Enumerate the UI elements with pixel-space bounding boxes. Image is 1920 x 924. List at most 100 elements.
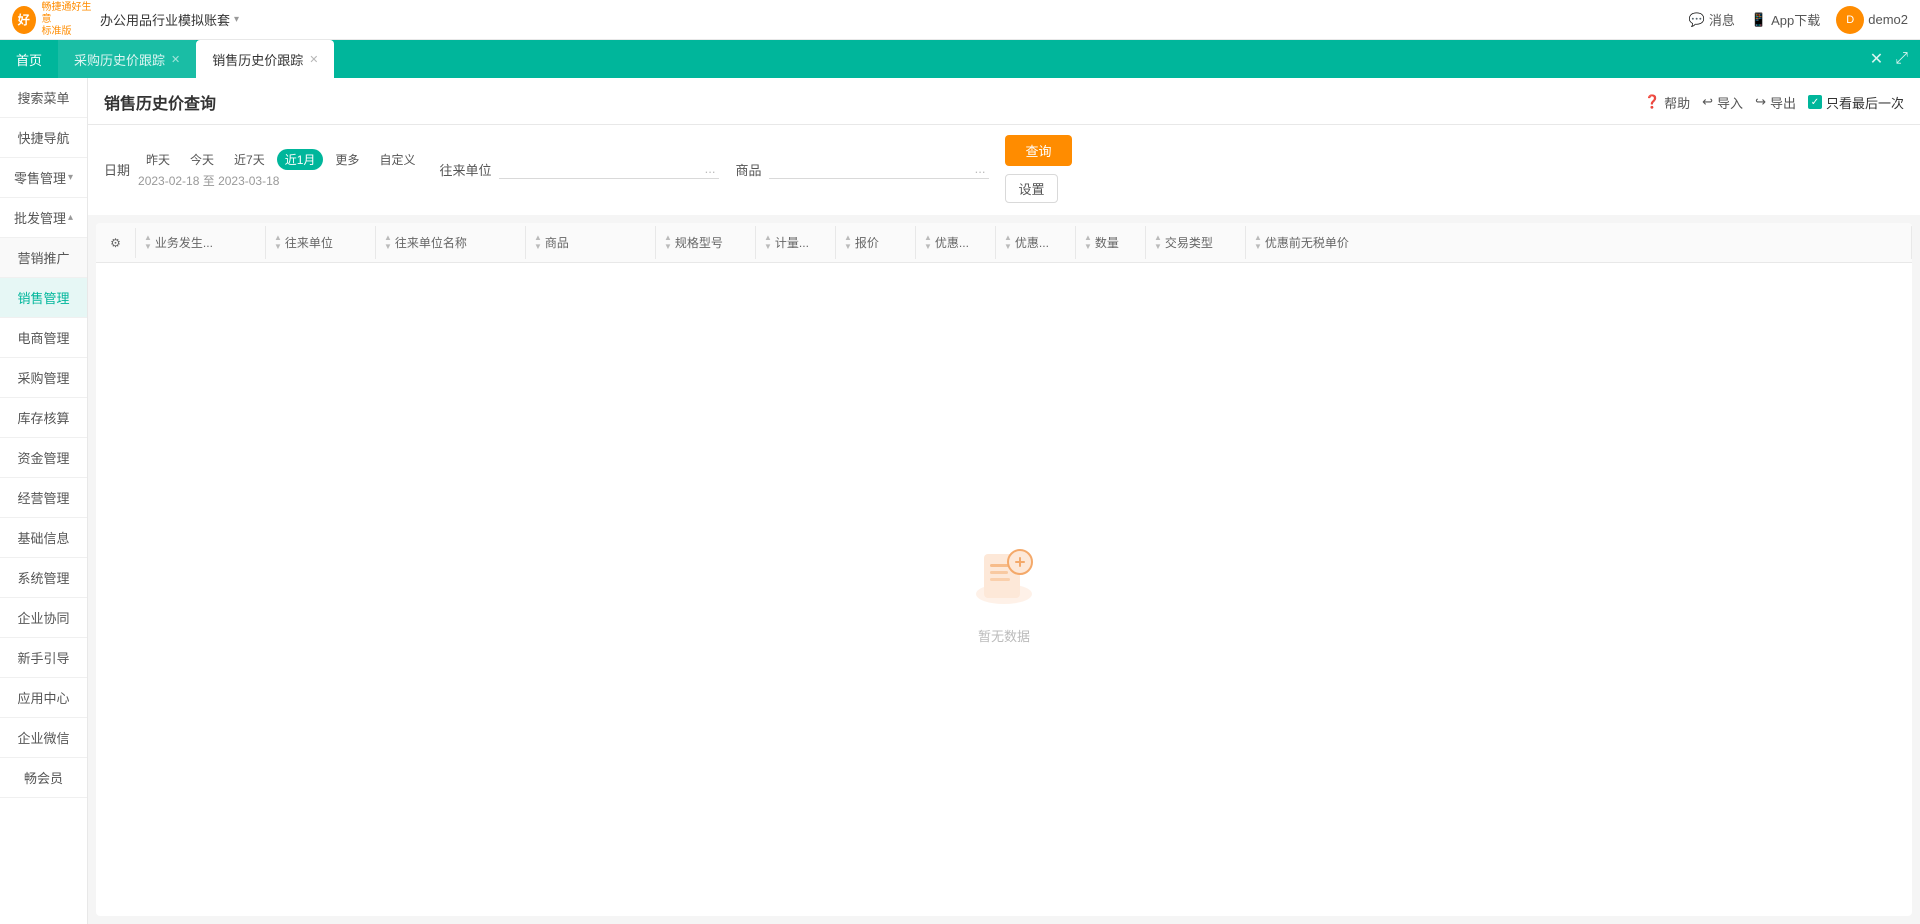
only-last-checkbox-label[interactable]: ✓ 只看最后一次 [1808, 93, 1904, 112]
sidebar-item-quicknav[interactable]: 快捷导航 [0, 118, 87, 158]
partner-input-area[interactable]: ... [499, 159, 719, 179]
sidebar-item-finance[interactable]: 资金管理 [0, 438, 87, 478]
th-product-label: 商品 [545, 234, 569, 251]
page-title-row: 销售历史价查询 ❓ 帮助 ↩ 导入 ↪ 导出 ✓ [104, 90, 1904, 114]
sidebar-enterprise-label: 企业协同 [17, 608, 69, 627]
th-discount1[interactable]: ▲ ▼ 优惠... [916, 226, 996, 259]
message-button[interactable]: 💬 消息 [1689, 10, 1735, 29]
sort-arrows-quote: ▲ ▼ [844, 234, 852, 251]
workspace-name: 办公用品行业模拟账套 [100, 10, 230, 29]
tab-home-label: 首页 [16, 50, 42, 69]
tab-purchase-history[interactable]: 采购历史价跟踪 ✕ [58, 40, 196, 78]
sidebar-basic-label: 基础信息 [17, 528, 69, 547]
sidebar-item-marketing[interactable]: 营销推广 [0, 238, 87, 278]
product-input-area[interactable]: ... [769, 159, 989, 179]
product-dots-icon[interactable]: ... [975, 161, 986, 176]
import-icon: ↩ [1702, 94, 1713, 110]
date-pill-last7[interactable]: 近7天 [226, 149, 273, 170]
sort-arrows-partner-name: ▲ ▼ [384, 234, 392, 251]
partner-dots-icon[interactable]: ... [705, 161, 716, 176]
export-icon: ↪ [1755, 94, 1766, 110]
sidebar-item-enterprise[interactable]: 企业协同 [0, 598, 87, 638]
partner-label: 往来单位 [439, 160, 491, 179]
app-download-button[interactable]: 📱 App下载 [1751, 10, 1820, 29]
tab-maximize-button[interactable]: ⤢ [1891, 46, 1912, 72]
partner-filter-group: 往来单位 ... [439, 159, 719, 179]
content-area: 销售历史价查询 ❓ 帮助 ↩ 导入 ↪ 导出 ✓ [88, 78, 1920, 924]
th-quote[interactable]: ▲ ▼ 报价 [836, 226, 916, 259]
th-unit[interactable]: ▲ ▼ 计量... [756, 226, 836, 259]
sidebar-item-retail[interactable]: 零售管理 ▾ [0, 158, 87, 198]
tab-sales-history-close[interactable]: ✕ [309, 53, 318, 66]
settings-button[interactable]: 设置 [1005, 174, 1057, 203]
th-business-date[interactable]: ▲ ▼ 业务发生... [136, 226, 266, 259]
th-spec-label: 规格型号 [675, 234, 723, 251]
date-pill-more[interactable]: 更多 [327, 149, 367, 170]
sidebar-quicknav-label: 快捷导航 [17, 128, 69, 147]
tab-sales-history-label: 销售历史价跟踪 [212, 50, 303, 69]
tab-home[interactable]: 首页 [0, 40, 58, 78]
retail-label-group: 零售管理 ▾ [14, 168, 73, 187]
user-area[interactable]: D demo2 [1836, 6, 1908, 34]
date-pill-last1m[interactable]: 近1月 [277, 149, 324, 170]
sort-arrows-discount1: ▲ ▼ [924, 234, 932, 251]
date-pill-yesterday[interactable]: 昨天 [138, 149, 178, 170]
sidebar-member-label: 畅会员 [24, 768, 63, 787]
sidebar-item-system[interactable]: 系统管理 [0, 558, 87, 598]
export-button[interactable]: ↪ 导出 [1755, 93, 1796, 112]
th-gear[interactable]: ⚙ [96, 228, 136, 258]
query-settings-group: 查询 设置 [1005, 135, 1071, 203]
only-last-label: 只看最后一次 [1826, 93, 1904, 112]
main-layout: 搜索菜单 快捷导航 零售管理 ▾ 批发管理 ▴ 营销推广 销售管理 电商管理 采 [0, 78, 1920, 924]
sidebar-item-purchase[interactable]: 采购管理 [0, 358, 87, 398]
date-range: 2023-02-18 至 2023-03-18 [138, 172, 423, 189]
sidebar-item-basic[interactable]: 基础信息 [0, 518, 87, 558]
sidebar-search-label: 搜索菜单 [17, 88, 69, 107]
sidebar-inventory-label: 库存核算 [17, 408, 69, 427]
th-discount1-label: 优惠... [935, 234, 969, 251]
tab-bar-actions: ✕ ⤢ [1866, 45, 1920, 73]
th-trade-type[interactable]: ▲ ▼ 交易类型 [1146, 226, 1246, 259]
tab-purchase-history-close[interactable]: ✕ [171, 53, 180, 66]
sidebar-item-ecommerce[interactable]: 电商管理 [0, 318, 87, 358]
query-button[interactable]: 查询 [1005, 135, 1071, 166]
sidebar-item-search[interactable]: 搜索菜单 [0, 78, 87, 118]
sidebar-item-inventory[interactable]: 库存核算 [0, 398, 87, 438]
date-pill-today[interactable]: 今天 [182, 149, 222, 170]
help-label: 帮助 [1664, 93, 1690, 112]
th-discount2-label: 优惠... [1015, 234, 1049, 251]
logo-area: 好 畅捷通好生意 标准版 [12, 2, 92, 38]
sort-arrows-spec: ▲ ▼ [664, 234, 672, 251]
table-header: ⚙ ▲ ▼ 业务发生... ▲ ▼ 往来单位 [96, 223, 1912, 263]
sidebar-item-member[interactable]: 畅会员 [0, 758, 87, 798]
user-name: demo2 [1868, 12, 1908, 27]
page-header: 销售历史价查询 ❓ 帮助 ↩ 导入 ↪ 导出 ✓ [88, 78, 1920, 125]
import-button[interactable]: ↩ 导入 [1702, 93, 1743, 112]
product-filter-group: 商品 ... [735, 159, 989, 179]
gear-icon: ⚙ [110, 236, 121, 250]
tab-close-all-button[interactable]: ✕ [1866, 45, 1887, 73]
sidebar-wholesale-label: 批发管理 [14, 208, 66, 227]
sidebar-item-operations[interactable]: 经营管理 [0, 478, 87, 518]
date-pill-custom[interactable]: 自定义 [371, 149, 423, 170]
logo-icon: 好 [12, 6, 36, 34]
sidebar-item-wxwork[interactable]: 企业微信 [0, 718, 87, 758]
sidebar-newguide-label: 新手引导 [17, 648, 69, 667]
th-partner-name[interactable]: ▲ ▼ 往来单位名称 [376, 226, 526, 259]
th-pretax-price[interactable]: ▲ ▼ 优惠前无税单价 [1246, 226, 1912, 259]
th-product[interactable]: ▲ ▼ 商品 [526, 226, 656, 259]
sidebar-item-wholesale[interactable]: 批发管理 ▴ [0, 198, 87, 238]
sidebar-item-newguide[interactable]: 新手引导 [0, 638, 87, 678]
th-discount2[interactable]: ▲ ▼ 优惠... [996, 226, 1076, 259]
th-partner-code[interactable]: ▲ ▼ 往来单位 [266, 226, 376, 259]
tab-sales-history[interactable]: 销售历史价跟踪 ✕ [196, 40, 334, 78]
sidebar-item-appcenter[interactable]: 应用中心 [0, 678, 87, 718]
sidebar-item-salesmanage[interactable]: 销售管理 [0, 278, 87, 318]
workspace-selector[interactable]: 办公用品行业模拟账套 ▾ [100, 10, 239, 29]
date-label: 日期 [104, 160, 130, 179]
sort-arrows-business-date: ▲ ▼ [144, 234, 152, 251]
th-qty[interactable]: ▲ ▼ 数量 [1076, 226, 1146, 259]
th-spec[interactable]: ▲ ▼ 规格型号 [656, 226, 756, 259]
message-label: 消息 [1709, 10, 1735, 29]
help-button[interactable]: ❓ 帮助 [1644, 93, 1690, 112]
